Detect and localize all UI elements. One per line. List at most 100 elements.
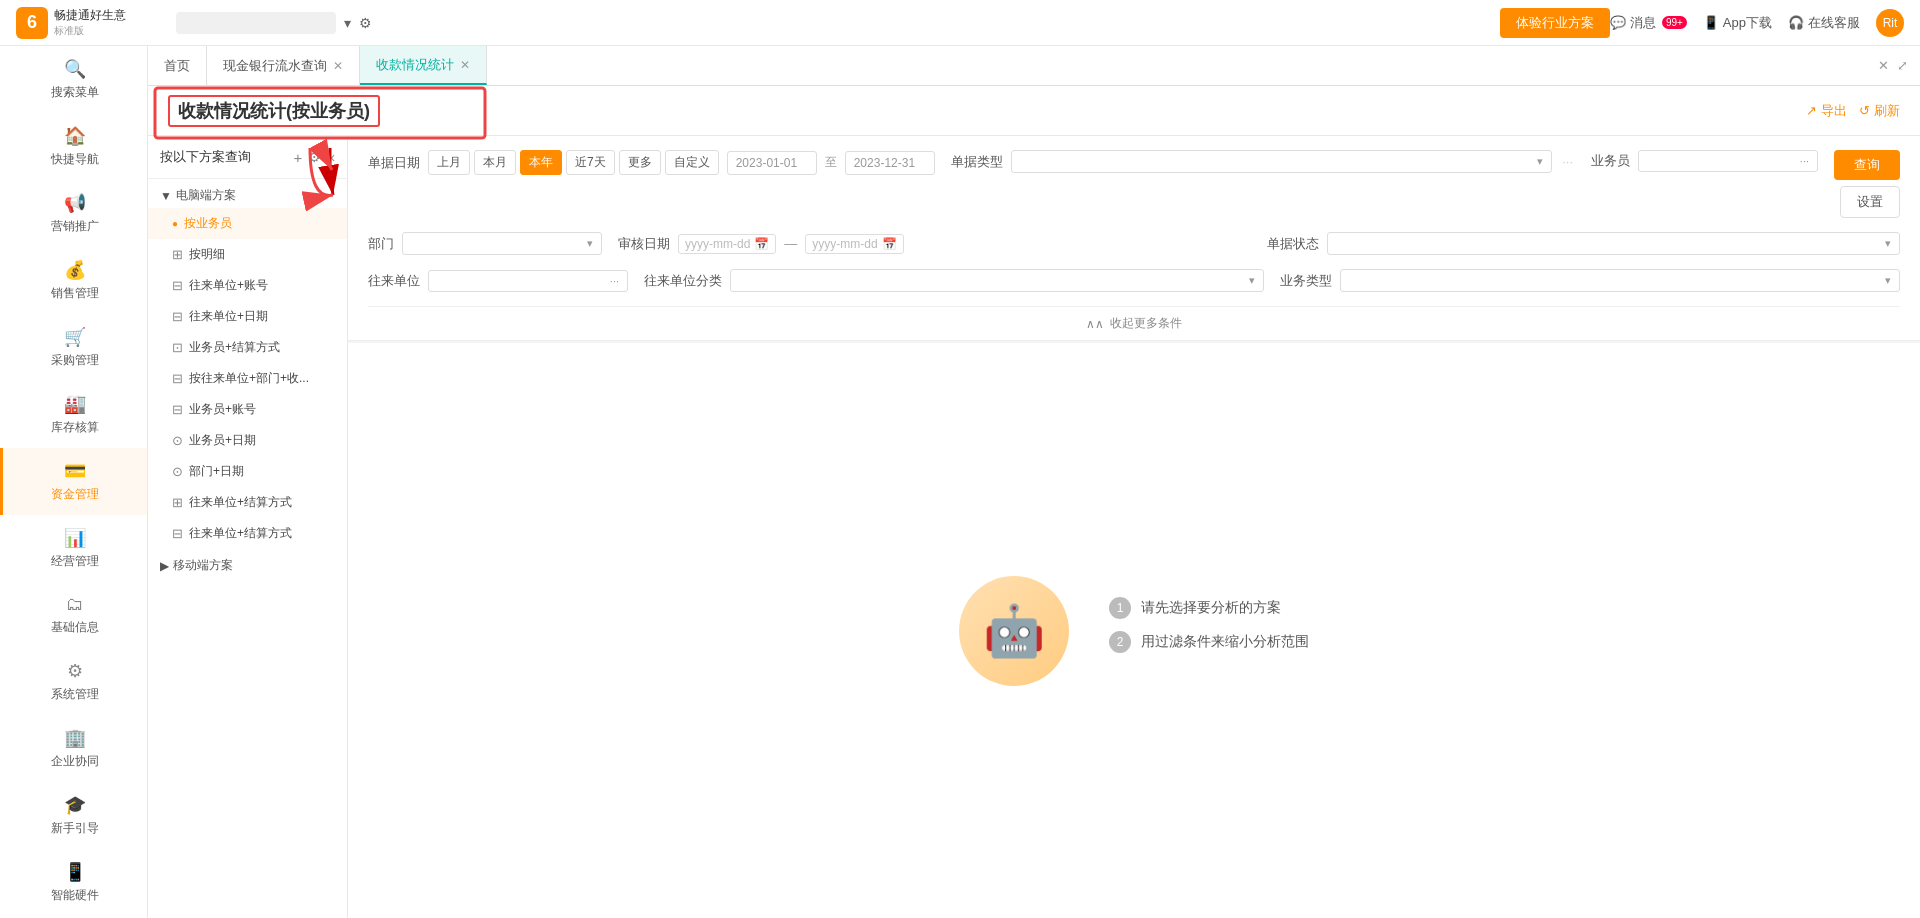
avatar[interactable]: Rit	[1876, 9, 1904, 37]
scheme-mobile-category[interactable]: ▶ 移动端方案	[148, 549, 347, 578]
chevron-down-icon[interactable]: ▾	[344, 15, 351, 31]
settings-icon[interactable]: ⚙	[359, 15, 372, 31]
page-actions: ↗ 导出 ↺ 刷新	[1806, 102, 1900, 120]
message-icon: 💬	[1610, 15, 1626, 30]
doc-status-label: 单据状态	[1267, 235, 1319, 253]
tab-maximize-icon[interactable]: ⤢	[1897, 58, 1908, 73]
partner-classify-group: 往来单位分类 ▾	[644, 269, 1264, 292]
salesperson-select[interactable]: ···	[1638, 150, 1818, 172]
biz-type-select[interactable]: ▾	[1340, 269, 1900, 292]
dept-group: 部门 ▾	[368, 232, 602, 255]
scheme-item-dept-date[interactable]: ⊙ 部门+日期	[148, 456, 347, 487]
tab-receipt-close[interactable]: ✕	[460, 58, 470, 72]
refresh-button[interactable]: ↺ 刷新	[1859, 102, 1900, 120]
filter-row-3: 往来单位 ··· 往来单位分类 ▾	[368, 269, 1900, 292]
more-dots-1: ···	[1562, 154, 1573, 169]
scheme-item-by-salesperson[interactable]: ● 按业务员	[148, 208, 347, 239]
last7-btn[interactable]: 近7天	[566, 150, 615, 175]
filter-area: 单据日期 上月 本月 本年 近7天 更多 自定义 至	[348, 136, 1920, 341]
tab-bar-actions: ✕ ⤢	[1878, 46, 1920, 85]
app-download-item[interactable]: 📱 App下载	[1703, 14, 1772, 32]
online-service-item[interactable]: 🎧 在线客服	[1788, 14, 1860, 32]
scheme-item-partner-dept[interactable]: ⊟ 按往来单位+部门+收...	[148, 363, 347, 394]
purchase-icon: 🛒	[64, 326, 86, 348]
empty-illustration: 🤖	[959, 576, 1069, 686]
guide-icon: 🎓	[64, 794, 86, 816]
sidebar-item-basic[interactable]: 🗂 基础信息	[0, 582, 147, 648]
last-month-btn[interactable]: 上月	[428, 150, 470, 175]
partner-select[interactable]: ···	[428, 270, 628, 292]
circle-icon: ⊙	[172, 433, 183, 448]
top-nav: ▾ ⚙	[164, 12, 1500, 34]
grid-icon: ⊞	[172, 247, 183, 262]
grid2-icon: ⊞	[172, 495, 183, 510]
date-from-input[interactable]	[727, 151, 817, 175]
sidebar-item-guide[interactable]: 🎓 新手引导	[0, 782, 147, 849]
home-icon: 🏠	[64, 125, 86, 147]
scheme-item-salesperson-date[interactable]: ⊙ 业务员+日期	[148, 425, 347, 456]
search-input[interactable]	[176, 12, 336, 34]
more-btn[interactable]: 更多	[619, 150, 661, 175]
messages-item[interactable]: 💬 消息 99+	[1610, 14, 1687, 32]
top-right: 💬 消息 99+ 📱 App下载 🎧 在线客服 Rit	[1610, 9, 1904, 37]
tab-home[interactable]: 首页	[148, 46, 207, 85]
scheme-item-partner-account[interactable]: ⊟ 往来单位+账号	[148, 270, 347, 301]
filter-row-1: 单据日期 上月 本月 本年 近7天 更多 自定义 至	[368, 150, 1900, 218]
sidebar-item-purchase[interactable]: 🛒 采购管理	[0, 314, 147, 381]
tab-close-all-icon[interactable]: ✕	[1878, 58, 1889, 73]
empty-state: 🤖 1 请先选择要分析的方案 2 用过滤条件来缩小分析范围	[348, 343, 1920, 918]
step-num-2: 2	[1109, 631, 1131, 653]
query-button[interactable]: 查询	[1834, 150, 1900, 180]
review-date-to-input[interactable]: yyyy-mm-dd 📅	[805, 234, 903, 254]
doc-type-select[interactable]: ▾	[1011, 150, 1552, 173]
biz-type-arrow: ▾	[1885, 274, 1891, 287]
sidebar-item-search[interactable]: 🔍 搜索菜单	[0, 46, 147, 113]
inventory-icon: 🏭	[64, 393, 86, 415]
sidebar-item-quicknav[interactable]: 🏠 快捷导航	[0, 113, 147, 180]
scheme-item-salesperson-settle[interactable]: ⊡ 业务员+结算方式	[148, 332, 347, 363]
scheme-header-icons: + ⚙ «	[293, 149, 335, 166]
dept-select[interactable]: ▾	[402, 232, 602, 255]
download-icon: 📱	[1703, 15, 1719, 30]
sidebar-item-marketing[interactable]: 📢 营销推广	[0, 180, 147, 247]
sidebar-item-hardware[interactable]: 📱 智能硬件	[0, 849, 147, 916]
custom-btn[interactable]: 自定义	[665, 150, 719, 175]
calendar-icon-2: 📅	[882, 237, 897, 251]
sidebar-item-finance[interactable]: 💳 资金管理	[0, 448, 147, 515]
salesperson-label: 业务员	[1591, 152, 1630, 170]
scheme-settings-icon[interactable]: ⚙	[308, 149, 321, 166]
tab-bank[interactable]: 现金银行流水查询 ✕	[207, 46, 360, 85]
scheme-add-icon[interactable]: +	[293, 149, 302, 166]
scheme-item-by-detail[interactable]: ⊞ 按明细	[148, 239, 347, 270]
sidebar-item-system[interactable]: ⚙ 系统管理	[0, 648, 147, 715]
circle2-icon: ⊙	[172, 464, 183, 479]
review-date-from-input[interactable]: yyyy-mm-dd 📅	[678, 234, 776, 254]
tab-bank-close[interactable]: ✕	[333, 59, 343, 73]
biz-type-label: 业务类型	[1280, 272, 1332, 290]
sidebar-item-operation[interactable]: 📊 经营管理	[0, 515, 147, 582]
partner-classify-select[interactable]: ▾	[730, 269, 1264, 292]
doc-status-select[interactable]: ▾	[1327, 232, 1900, 255]
scheme-desktop-arrow: ▼	[160, 189, 172, 203]
this-month-btn[interactable]: 本月	[474, 150, 516, 175]
scheme-item-partner-settle2[interactable]: ⊟ 往来单位+结算方式	[148, 518, 347, 549]
enterprise-icon: 🏢	[64, 727, 86, 749]
tab-receipt[interactable]: 收款情况统计 ✕	[360, 46, 487, 85]
review-date-group: 审核日期 yyyy-mm-dd 📅 — yyyy-mm-dd 📅	[618, 234, 1251, 254]
scheme-desktop-category[interactable]: ▼ 电脑端方案	[148, 179, 347, 208]
scheme-item-salesperson-account[interactable]: ⊟ 业务员+账号	[148, 394, 347, 425]
chart-icon: ⊡	[172, 340, 183, 355]
scheme-item-partner-date[interactable]: ⊟ 往来单位+日期	[148, 301, 347, 332]
export-button[interactable]: ↗ 导出	[1806, 102, 1847, 120]
empty-steps: 1 请先选择要分析的方案 2 用过滤条件来缩小分析范围	[1109, 597, 1309, 665]
trial-button[interactable]: 体验行业方案	[1500, 8, 1610, 38]
setting-button[interactable]: 设置	[1840, 186, 1900, 218]
date-to-input[interactable]	[845, 151, 935, 175]
scheme-item-partner-settle1[interactable]: ⊞ 往来单位+结算方式	[148, 487, 347, 518]
sidebar-item-enterprise[interactable]: 🏢 企业协同	[0, 715, 147, 782]
scheme-collapse-icon[interactable]: «	[327, 149, 335, 166]
sidebar-item-sales[interactable]: 💰 销售管理	[0, 247, 147, 314]
sidebar-item-inventory[interactable]: 🏭 库存核算	[0, 381, 147, 448]
this-year-btn[interactable]: 本年	[520, 150, 562, 175]
collapse-button[interactable]: ∧∧ 收起更多条件	[368, 306, 1900, 340]
